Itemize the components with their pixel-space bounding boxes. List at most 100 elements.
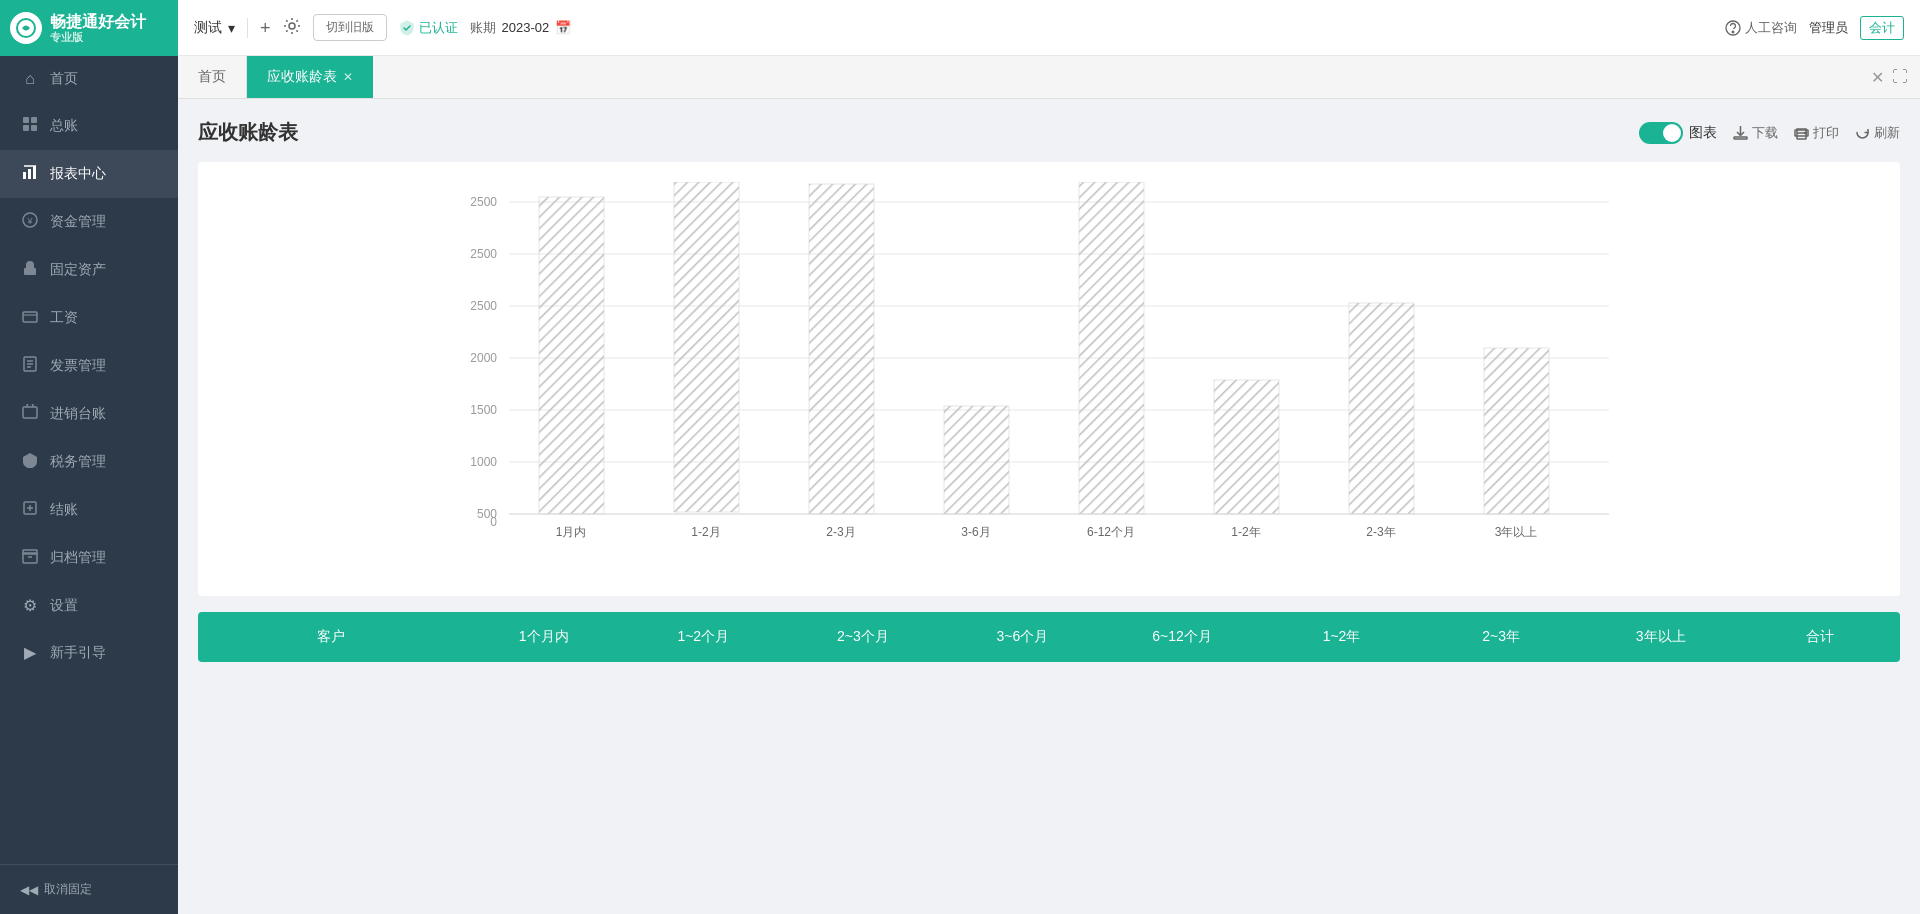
sidebar-item-newbie-guide[interactable]: ▶ 新手引导 xyxy=(0,629,178,676)
svg-text:3年以上: 3年以上 xyxy=(1495,525,1538,539)
sidebar-item-newbie-label: 新手引导 xyxy=(50,644,106,662)
svg-rect-47 xyxy=(539,197,604,514)
user-role[interactable]: 会计 xyxy=(1860,16,1904,40)
topbar-settings-button[interactable] xyxy=(283,17,301,39)
tab-accounts-receivable[interactable]: 应收账龄表 ✕ xyxy=(247,56,373,98)
tax-icon xyxy=(20,452,40,472)
svg-text:2-3月: 2-3月 xyxy=(826,525,855,539)
chart-container: 2500 2500 2500 2000 1500 1000 500 0 xyxy=(198,162,1900,596)
svg-rect-27 xyxy=(1734,137,1747,139)
cert-status: 已认证 xyxy=(399,19,458,37)
svg-rect-57 xyxy=(1214,380,1279,514)
user-name[interactable]: 管理员 xyxy=(1809,19,1848,37)
svg-text:6-12个月: 6-12个月 xyxy=(1087,525,1135,539)
svg-text:2500: 2500 xyxy=(470,195,497,209)
sidebar-item-tax-management[interactable]: 税务管理 xyxy=(0,438,178,486)
project-selector[interactable]: 测试 ▾ xyxy=(194,19,235,37)
svg-point-24 xyxy=(289,23,295,29)
period-label: 账期 xyxy=(470,19,496,37)
sidebar-item-fund-label: 资金管理 xyxy=(50,213,106,231)
sidebar-nav: ⌂ 首页 总账 报表 xyxy=(0,56,178,864)
salary-icon xyxy=(20,308,40,328)
svg-rect-55 xyxy=(1079,182,1144,514)
svg-point-30 xyxy=(1805,132,1807,134)
svg-rect-5 xyxy=(23,172,26,179)
invoice-icon xyxy=(20,356,40,376)
topbar: 测试 ▾ + 切到旧版 已认证 账期 2023-02 📅 xyxy=(178,0,1920,56)
sidebar-item-settings[interactable]: ⚙ 设置 xyxy=(0,582,178,629)
col-2-3month: 2~3个月 xyxy=(783,612,943,662)
svg-rect-7 xyxy=(33,166,36,179)
page-title: 应收账龄表 xyxy=(198,119,298,146)
sidebar-item-general-ledger-label: 总账 xyxy=(50,117,78,135)
sidebar-item-report-center[interactable]: 报表中心 xyxy=(0,150,178,198)
sidebar-item-home[interactable]: ⌂ 首页 xyxy=(0,56,178,102)
svg-rect-17 xyxy=(23,407,37,418)
sidebar-item-fixed-assets[interactable]: 固定资产 xyxy=(0,246,178,294)
sidebar-item-invoice-management[interactable]: 发票管理 xyxy=(0,342,178,390)
page-header: 应收账龄表 图表 下载 xyxy=(198,119,1900,146)
page-actions: 图表 下载 打印 xyxy=(1639,122,1900,144)
svg-rect-61 xyxy=(1484,348,1549,514)
download-label: 下载 xyxy=(1752,124,1778,142)
sidebar-item-purchase-sales[interactable]: 进销台账 xyxy=(0,390,178,438)
svg-text:2500: 2500 xyxy=(470,247,497,261)
sidebar-item-tax-label: 税务管理 xyxy=(50,453,106,471)
svg-rect-1 xyxy=(23,117,29,123)
sidebar-item-purchase-sales-label: 进销台账 xyxy=(50,405,106,423)
download-button[interactable]: 下载 xyxy=(1733,124,1778,142)
col-1-2month: 1~2个月 xyxy=(624,612,784,662)
cert-label: 已认证 xyxy=(419,19,458,37)
svg-rect-11 xyxy=(23,312,37,322)
expand-window-button[interactable]: ⛶ xyxy=(1892,68,1908,86)
col-1-2year: 1~2年 xyxy=(1262,612,1422,662)
period-display: 账期 2023-02 📅 xyxy=(470,19,572,37)
page-content: 应收账龄表 图表 下载 xyxy=(178,99,1920,914)
sidebar-item-home-label: 首页 xyxy=(50,70,78,88)
tab-home[interactable]: 首页 xyxy=(178,56,247,98)
period-value: 2023-02 xyxy=(502,20,550,35)
sidebar-item-settlement-label: 结账 xyxy=(50,501,78,519)
sidebar-item-archive-management[interactable]: 归档管理 xyxy=(0,534,178,582)
app-edition: 专业版 xyxy=(50,31,146,44)
refresh-button[interactable]: 刷新 xyxy=(1855,124,1900,142)
svg-rect-10 xyxy=(24,268,36,275)
topbar-right: 人工咨询 管理员 会计 xyxy=(1725,16,1904,40)
print-label: 打印 xyxy=(1813,124,1839,142)
cancel-fixed-button[interactable]: ◀◀ 取消固定 xyxy=(10,875,168,904)
svg-text:2500: 2500 xyxy=(470,299,497,313)
switch-old-version-button[interactable]: 切到旧版 xyxy=(313,14,387,41)
svg-text:1-2月: 1-2月 xyxy=(691,525,720,539)
print-button[interactable]: 打印 xyxy=(1794,124,1839,142)
fund-icon: ¥ xyxy=(20,212,40,232)
svg-text:¥: ¥ xyxy=(26,216,33,226)
sidebar-item-fixed-assets-label: 固定资产 xyxy=(50,261,106,279)
sidebar-item-invoice-label: 发票管理 xyxy=(50,357,106,375)
sidebar-item-general-ledger[interactable]: 总账 xyxy=(0,102,178,150)
chart-toggle-group: 图表 xyxy=(1639,122,1717,144)
calendar-icon[interactable]: 📅 xyxy=(555,20,571,35)
close-window-button[interactable]: ✕ xyxy=(1871,68,1884,87)
sidebar-item-salary[interactable]: 工资 xyxy=(0,294,178,342)
chart-toggle[interactable] xyxy=(1639,122,1683,144)
sidebar-item-settlement[interactable]: 结账 xyxy=(0,486,178,534)
fixed-assets-icon xyxy=(20,260,40,280)
pin-icon: ◀◀ xyxy=(20,883,38,897)
tab-ar-label: 应收账龄表 xyxy=(267,68,337,86)
close-tab-icon[interactable]: ✕ xyxy=(343,71,353,83)
app-logo-icon xyxy=(10,12,42,44)
sidebar-item-fund-management[interactable]: ¥ 资金管理 xyxy=(0,198,178,246)
video-icon: ▶ xyxy=(20,643,40,662)
sidebar-item-settings-label: 设置 xyxy=(50,597,78,615)
svg-rect-51 xyxy=(809,184,874,514)
svg-text:1500: 1500 xyxy=(470,403,497,417)
tabbar-actions: ✕ ⛶ xyxy=(1871,68,1920,87)
sidebar-item-archive-label: 归档管理 xyxy=(50,549,106,567)
bar-chart: 2500 2500 2500 2000 1500 1000 500 0 xyxy=(238,182,1860,566)
col-3year-plus: 3年以上 xyxy=(1581,612,1741,662)
svg-rect-59 xyxy=(1349,303,1414,514)
add-project-button[interactable]: + xyxy=(260,19,271,37)
svg-text:1-2年: 1-2年 xyxy=(1231,525,1260,539)
consult-button[interactable]: 人工咨询 xyxy=(1725,19,1797,37)
report-icon xyxy=(20,164,40,184)
